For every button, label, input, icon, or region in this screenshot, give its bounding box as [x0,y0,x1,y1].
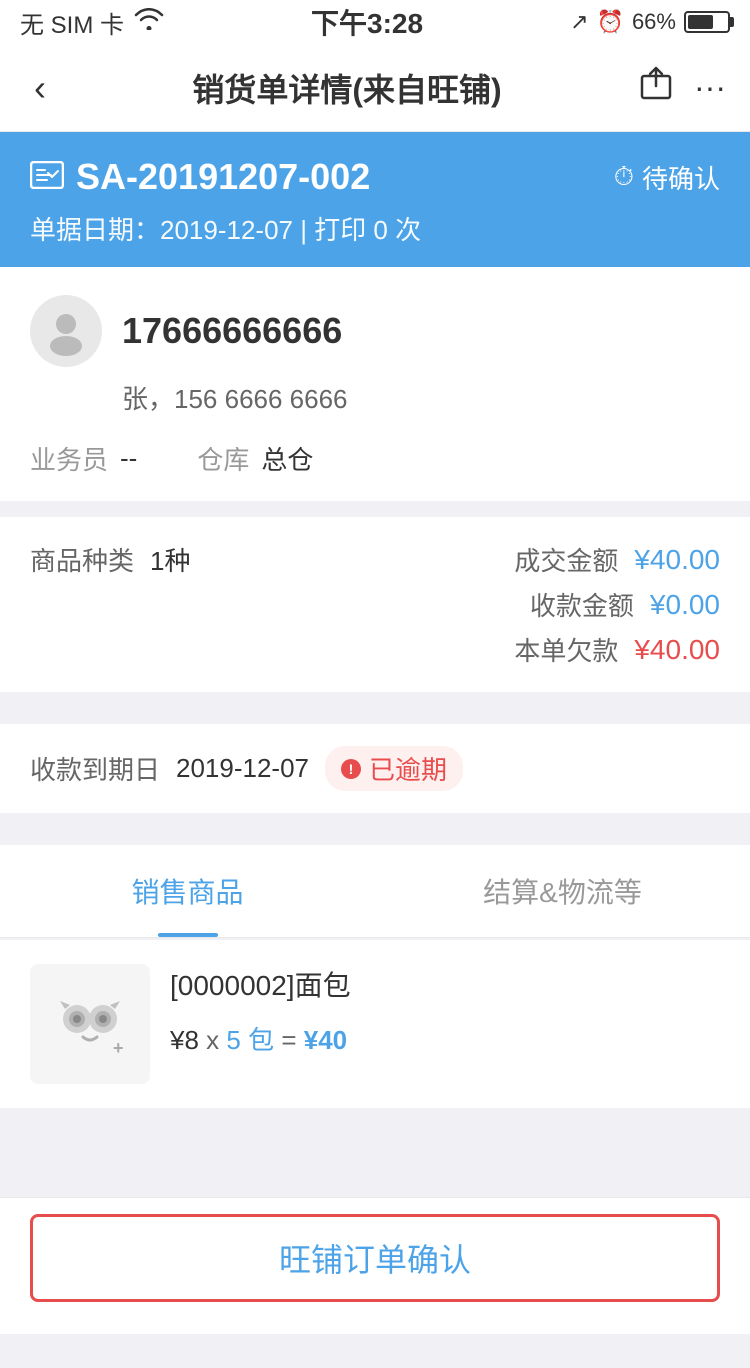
tabs-section: 销售商品 结算&物流等 [0,845,750,938]
transaction-value: ¥40.00 [634,544,720,576]
warehouse-value: 总仓 [261,440,313,477]
more-icon[interactable]: ··· [694,69,726,106]
battery-text: 66% [632,9,676,35]
confirm-button-wrap: 旺铺订单确认 [0,1197,750,1334]
salesman-meta: 业务员 -- [30,440,137,477]
avatar [30,295,102,367]
customer-phone: 17666666666 [122,310,342,352]
wifi-icon [134,8,164,37]
customer-main-row: 17666666666 [30,295,720,367]
product-price: ¥8 [170,1025,199,1055]
warehouse-label: 仓库 [197,440,249,477]
product-unit: 包 [248,1025,274,1055]
product-price-row: ¥8 x 5 包 = ¥40 [170,1020,720,1057]
product-multiply: x [206,1025,226,1055]
customer-meta: 业务员 -- 仓库 总仓 [30,432,720,477]
product-qty: 5 [226,1025,240,1055]
confirm-order-button[interactable]: 旺铺订单确认 [30,1214,720,1302]
svg-text:+: + [113,1038,124,1058]
received-label: 收款金额 [530,586,634,623]
customer-section: 17666666666 张，156 6666 6666 业务员 -- 仓库 总仓 [0,267,750,501]
status-time: 下午3:28 [311,2,423,42]
received-row: 收款金额 ¥0.00 [530,586,720,623]
tab-sales-products[interactable]: 销售商品 [0,845,375,937]
transaction-row: 成交金额 ¥40.00 [514,541,720,578]
owed-row: 本单欠款 ¥40.00 [514,631,720,668]
order-header: SA-20191207-002 ⏱ 待确认 单据日期：2019-12-07 | … [0,132,750,267]
location-icon: ↗ [570,9,588,35]
salesman-label: 业务员 [30,440,108,477]
overdue-badge: ! 已逾期 [325,746,463,791]
due-label: 收款到期日 [30,750,160,787]
order-status: ⏱ 待确认 [614,159,720,196]
amount-section: 商品种类 1种 成交金额 ¥40.00 收款金额 ¥0.00 本单欠款 ¥40.… [0,517,750,692]
nav-actions: ··· [638,66,726,110]
amounts-right: 成交金额 ¥40.00 收款金额 ¥0.00 本单欠款 ¥40.00 [514,541,720,668]
status-clock-icon: ⏱ [614,161,634,193]
tabs-row: 销售商品 结算&物流等 [0,845,750,938]
order-icon [30,156,64,198]
warehouse-meta: 仓库 总仓 [197,440,313,477]
overdue-icon: ! [341,759,361,779]
alarm-icon: ⏰ [597,9,624,35]
page-title: 销货单详情(来自旺铺) [192,65,501,111]
product-count: 商品种类 1种 [30,541,190,578]
received-value: ¥0.00 [650,589,720,621]
product-info: [0000002]面包 ¥8 x 5 包 = ¥40 [170,964,720,1057]
status-right: ↗ ⏰ 66% [570,9,730,35]
order-date: 单据日期：2019-12-07 | 打印 0 次 [30,210,720,247]
share-icon[interactable] [638,66,674,110]
battery-icon [684,11,730,33]
overdue-text: 已逾期 [369,750,447,787]
product-thumbnail: + [30,964,150,1084]
carrier-text: 无 SIM 卡 [20,5,124,40]
tab-settlement[interactable]: 结算&物流等 [375,845,750,937]
owed-label: 本单欠款 [514,631,618,668]
transaction-label: 成交金额 [514,541,618,578]
status-bar: 无 SIM 卡 下午3:28 ↗ ⏰ 66% [0,0,750,44]
owed-value: ¥40.00 [634,634,720,666]
product-total: ¥40 [304,1025,347,1055]
order-id: SA-20191207-002 [30,156,370,198]
back-button[interactable]: ‹ [24,57,56,119]
product-list: + [0000002]面包 ¥8 x 5 包 = ¥40 [0,940,750,1108]
product-count-label: 商品种类 [30,541,134,578]
nav-bar: ‹ 销货单详情(来自旺铺) ··· [0,44,750,132]
salesman-value: -- [120,443,137,474]
product-count-value: 1种 [150,541,190,578]
product-item: + [0000002]面包 ¥8 x 5 包 = ¥40 [0,940,750,1108]
customer-name: 张，156 6666 6666 [122,379,720,416]
divider-2 [0,829,750,845]
product-equals: = [281,1025,303,1055]
product-name: [0000002]面包 [170,964,720,1004]
divider-1 [0,708,750,724]
due-section: 收款到期日 2019-12-07 ! 已逾期 [0,724,750,813]
due-date: 2019-12-07 [176,753,309,784]
order-id-row: SA-20191207-002 ⏱ 待确认 [30,156,720,198]
status-left: 无 SIM 卡 [20,5,164,40]
